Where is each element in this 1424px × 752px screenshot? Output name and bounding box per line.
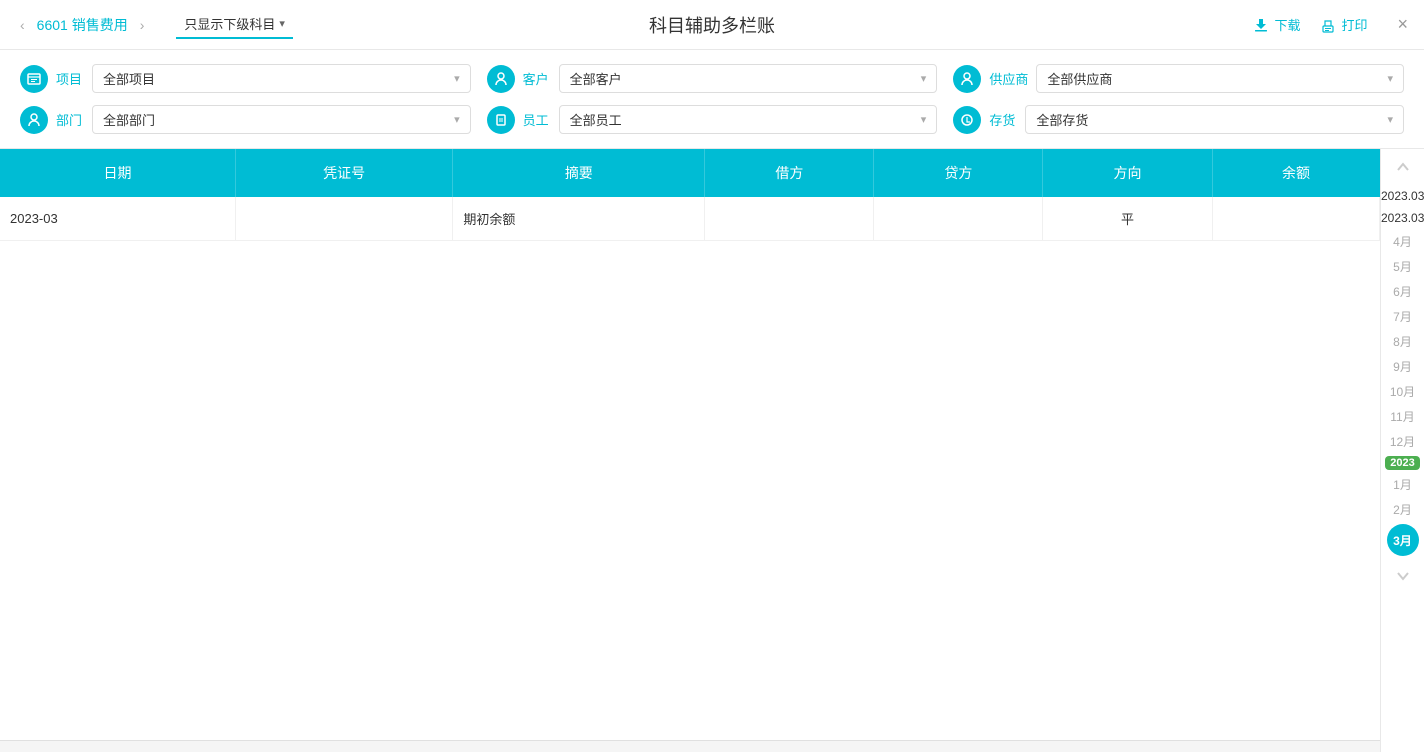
cell-balance [1212,197,1379,241]
sidebar-month-2[interactable]: 2月 [1381,497,1424,522]
print-button[interactable]: 打印 [1320,15,1367,34]
employee-icon [487,106,515,134]
filter-bar: 项目 全部项目 ▾ 客户 全部客户 ▾ 供应商 全部供应商 ▾ [0,50,1424,149]
inventory-arrow: ▾ [1387,113,1393,126]
filter-customer: 客户 全部客户 ▾ [479,58,946,99]
filter-department: 部门 全部部门 ▾ [12,99,479,140]
table-wrapper[interactable]: 日期 凭证号 摘要 借方 贷方 方向 余额 2023-03 期初余额 [0,149,1380,740]
col-direction: 方向 [1043,149,1212,197]
nav-prev-button[interactable]: ‹ [16,15,29,35]
download-icon [1253,17,1269,33]
customer-select[interactable]: 全部客户 ▾ [559,64,938,93]
main-window: ‹ 6601 销售费用 › 只显示下级科目 ▾ 科目辅助多栏账 下载 [0,0,1424,752]
show-sub-arrow: ▾ [279,17,285,30]
department-label: 部门 [56,110,84,129]
col-debit: 借方 [705,149,874,197]
project-label: 项目 [56,69,84,88]
nav-next-button[interactable]: › [136,15,149,35]
supplier-value: 全部供应商 [1047,69,1112,88]
inventory-value: 全部存货 [1036,110,1088,129]
filter-supplier: 供应商 全部供应商 ▾ [945,58,1412,99]
main-content: 日期 凭证号 摘要 借方 贷方 方向 余额 2023-03 期初余额 [0,149,1424,752]
department-arrow: ▾ [454,113,460,126]
department-select[interactable]: 全部部门 ▾ [92,105,471,134]
col-balance: 余额 [1212,149,1379,197]
supplier-icon [953,65,981,93]
col-summary: 摘要 [453,149,705,197]
col-credit: 贷方 [874,149,1043,197]
title-bar: ‹ 6601 销售费用 › 只显示下级科目 ▾ 科目辅助多栏账 下载 [0,0,1424,50]
active-month-badge[interactable]: 3月 [1387,524,1419,556]
sidebar-month-1[interactable]: 1月 [1381,472,1424,497]
inventory-label: 存货 [989,110,1017,129]
cell-date: 2023-03 [0,197,235,241]
table-row: 2023-03 期初余额 平 [0,197,1380,241]
right-sidebar: 2023.03 2023.03 4月 5月 6月 7月 8月 9月 10月 11… [1380,149,1424,752]
download-button[interactable]: 下载 [1253,15,1300,34]
sidebar-up-button[interactable] [1381,149,1424,185]
cell-summary: 期初余额 [453,197,705,241]
title-left: ‹ 6601 销售费用 › 只显示下级科目 ▾ [16,10,293,39]
sidebar-period-1[interactable]: 2023.03 [1381,185,1424,207]
print-label: 打印 [1341,15,1367,34]
supplier-select[interactable]: 全部供应商 ▾ [1036,64,1404,93]
sidebar-month-6[interactable]: 6月 [1381,279,1424,304]
customer-icon [487,65,515,93]
show-sub-label: 只显示下级科目 [184,14,275,33]
inventory-select[interactable]: 全部存货 ▾ [1025,105,1404,134]
sidebar-month-11[interactable]: 11月 [1381,404,1424,429]
customer-arrow: ▾ [921,72,927,85]
supplier-label: 供应商 [989,69,1028,88]
page-title: 科目辅助多栏账 [649,12,775,38]
sidebar-month-8[interactable]: 8月 [1381,329,1424,354]
supplier-arrow: ▾ [1387,72,1393,85]
show-sub-selector[interactable]: 只显示下级科目 ▾ [176,10,293,39]
filter-employee: 员工 全部员工 ▾ [479,99,946,140]
sidebar-month-10[interactable]: 10月 [1381,379,1424,404]
sidebar-period-2[interactable]: 2023.03 [1381,207,1424,229]
ledger-table: 日期 凭证号 摘要 借方 贷方 方向 余额 2023-03 期初余额 [0,149,1380,241]
cell-debit [705,197,874,241]
cell-direction: 平 [1043,197,1212,241]
customer-label: 客户 [523,69,551,88]
employee-label: 员工 [523,110,551,129]
department-icon [20,106,48,134]
department-value: 全部部门 [103,110,155,129]
print-icon [1320,17,1336,33]
filter-project: 项目 全部项目 ▾ [12,58,479,99]
project-icon [20,65,48,93]
sidebar-month-4[interactable]: 4月 [1381,229,1424,254]
employee-value: 全部员工 [570,110,622,129]
customer-value: 全部客户 [570,69,622,88]
project-arrow: ▾ [454,72,460,85]
year-badge[interactable]: 2023 [1385,456,1419,470]
employee-select[interactable]: 全部员工 ▾ [559,105,938,134]
sidebar-down-button[interactable] [1381,558,1424,594]
sidebar-month-5[interactable]: 5月 [1381,254,1424,279]
horizontal-scrollbar[interactable] [0,740,1424,752]
close-button[interactable]: × [1397,14,1408,35]
cell-credit [874,197,1043,241]
project-value: 全部项目 [103,69,155,88]
employee-arrow: ▾ [921,113,927,126]
inventory-icon [953,106,981,134]
down-arrow-icon [1393,566,1413,586]
col-voucher: 凭证号 [235,149,452,197]
download-label: 下载 [1274,15,1300,34]
col-date: 日期 [0,149,235,197]
title-right: 下载 打印 × [1253,14,1408,35]
project-select[interactable]: 全部项目 ▾ [92,64,471,93]
up-arrow-icon [1393,157,1413,177]
sidebar-month-9[interactable]: 9月 [1381,354,1424,379]
sidebar-month-12[interactable]: 12月 [1381,429,1424,454]
filter-inventory: 存货 全部存货 ▾ [945,99,1412,140]
account-code: 6601 销售费用 [37,15,128,35]
sidebar-month-7[interactable]: 7月 [1381,304,1424,329]
cell-voucher [235,197,452,241]
